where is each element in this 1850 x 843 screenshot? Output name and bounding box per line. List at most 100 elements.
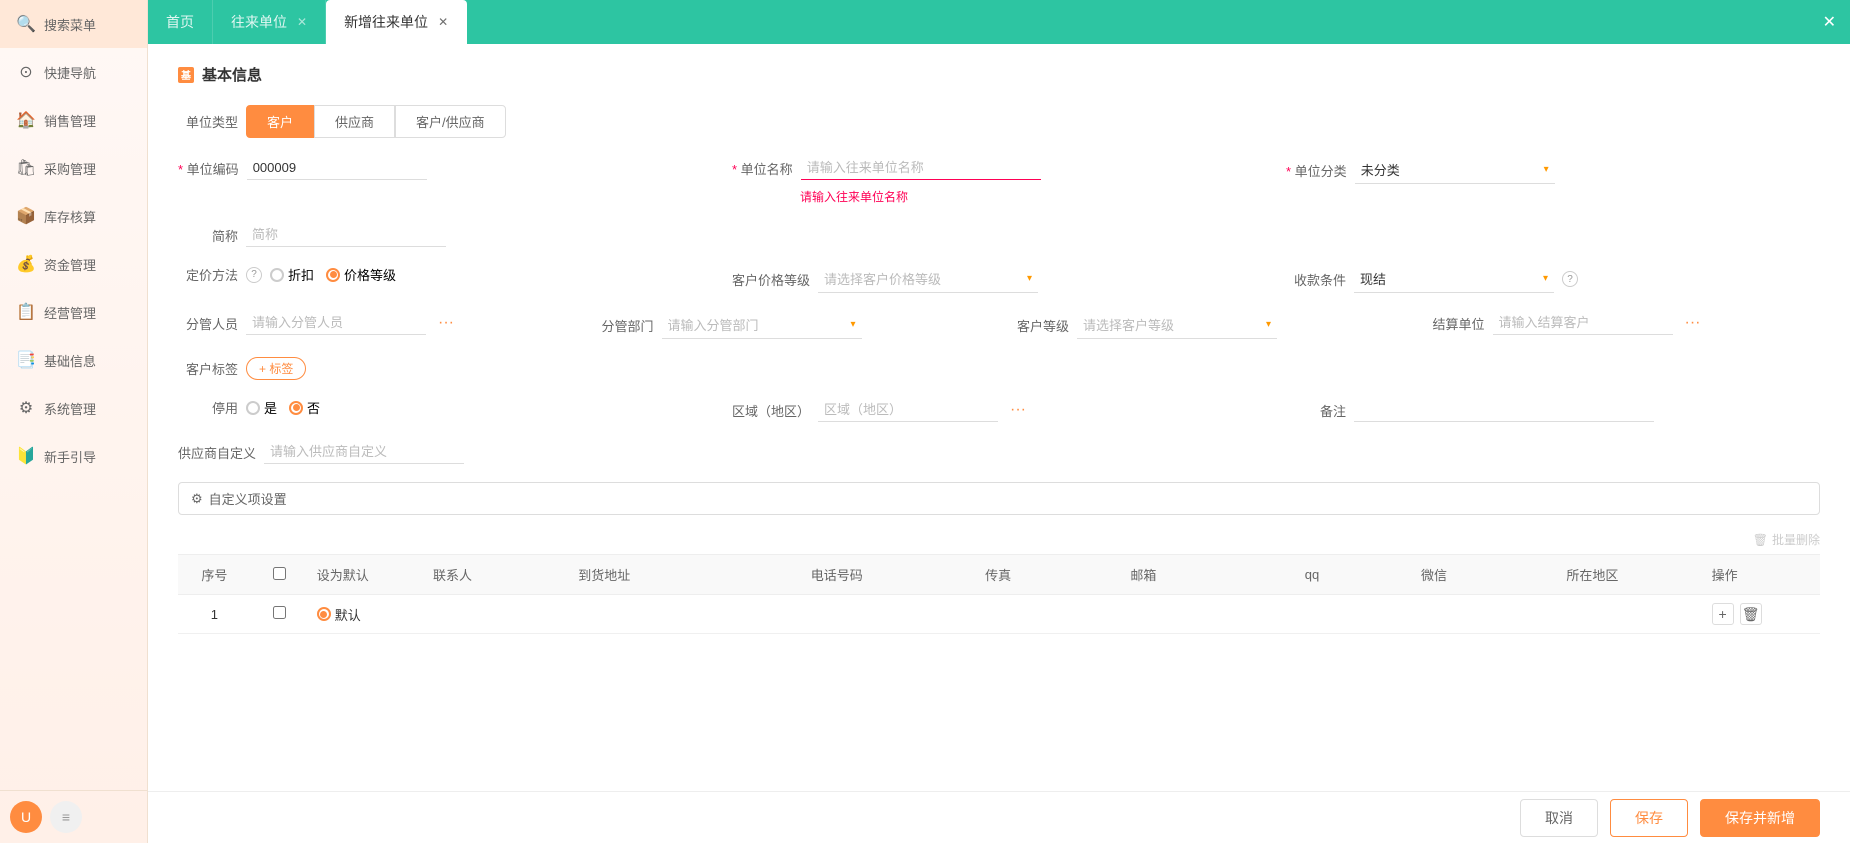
custom-settings-button[interactable]: ⚙ 自定义项设置 [178,482,1820,515]
unit-code-input[interactable] [247,156,427,180]
chevron-down-icon: ▾ [1027,273,1032,284]
unit-category-select[interactable]: 未分类 ▾ [1355,156,1555,184]
row-default-radio[interactable]: 默认 [317,605,417,624]
search-icon: 🔍 [16,14,36,34]
col-action: 操作 [1704,555,1820,595]
sidebar-item-finance[interactable]: 💰 资金管理 [0,240,147,288]
row-region-input[interactable] [1566,607,1695,622]
unit-name-input[interactable] [801,156,1041,180]
payment-help-icon[interactable]: ? [1562,271,1578,287]
unit-name-label: 单位名称 [732,159,793,178]
sidebar-item-system[interactable]: ⚙ 系统管理 [0,384,147,432]
form-item-settlement: 结算单位 ··· [1425,311,1821,335]
table-toolbar: 🗑 批量删除 [178,531,1820,548]
batch-delete-button[interactable]: 🗑 批量删除 [1753,531,1820,548]
remark-label: 备注 [1286,401,1346,420]
row-fax-input[interactable] [985,607,1114,622]
supplier-custom-input[interactable] [264,440,464,464]
row-checkbox[interactable] [273,606,286,619]
sidebar: 🔍 搜索菜单 ⊙ 快捷导航 🏠 销售管理 🛍 采购管理 📦 库存核算 💰 资金管… [0,0,148,843]
sidebar-item-guide[interactable]: 🔰 新手引导 [0,432,147,480]
table-header-row: 序号 设为默认 联系人 到货地址 电话号码 传真 邮箱 qq 微信 所在地区 操… [178,555,1820,595]
price-level-select[interactable]: 请选择客户价格等级 ▾ [818,265,1038,293]
payment-terms-select[interactable]: 现结 ▾ [1354,265,1554,293]
form-row-unit-type: 单位类型 客户 供应商 客户/供应商 [178,105,1820,138]
select-all-checkbox[interactable] [273,567,286,580]
row-qq-cell [1297,595,1413,634]
tab-home-label: 首页 [166,12,194,32]
expand-btn[interactable]: ≡ [50,801,82,833]
save-add-button[interactable]: 保存并新增 [1700,799,1820,837]
region-input[interactable] [818,398,998,422]
settlement-input[interactable] [1493,311,1673,335]
row-wechat-input[interactable] [1421,607,1550,622]
chevron-down-icon: ▾ [850,319,855,330]
form-item-price-level: 客户价格等级 请选择客户价格等级 ▾ [732,265,1266,293]
table-row: 1 默认 [178,595,1820,634]
alias-input[interactable] [246,223,446,247]
row-add-button[interactable]: + [1712,603,1734,625]
type-btn-supplier[interactable]: 供应商 [314,105,395,138]
chevron-down-icon: ▾ [1266,319,1271,330]
sidebar-item-basic[interactable]: 📑 基础信息 [0,336,147,384]
region-more-icon[interactable]: ··· [1006,401,1030,419]
cancel-button[interactable]: 取消 [1520,799,1598,837]
unit-type-buttons: 客户 供应商 客户/供应商 [246,105,506,138]
row-email-input[interactable] [1130,607,1288,622]
type-btn-both[interactable]: 客户/供应商 [395,105,506,138]
tab-home[interactable]: 首页 [148,0,213,44]
col-wechat: 微信 [1413,555,1558,595]
sidebar-item-quicknav[interactable]: ⊙ 快捷导航 [0,48,147,96]
col-region: 所在地区 [1558,555,1703,595]
pricing-discount-radio[interactable]: 折扣 [270,265,314,284]
sidebar-item-search[interactable]: 🔍 搜索菜单 [0,0,147,48]
manager-more-icon[interactable]: ··· [434,314,458,332]
tab-new-unit[interactable]: 新增往来单位 ✕ [326,0,467,44]
save-button[interactable]: 保存 [1610,799,1688,837]
form-item-manager: 分管人员 ··· [178,311,574,335]
form-item-remark: 备注 [1286,398,1820,422]
unit-name-error: 请输入往来单位名称 [800,190,908,204]
sidebar-item-purchase[interactable]: 🛍 采购管理 [0,144,147,192]
disable-no-radio[interactable]: 否 [289,398,320,417]
tab-new-unit-label: 新增往来单位 [344,12,428,32]
guide-icon: 🔰 [16,446,36,466]
payment-terms-label: 收款条件 [1286,270,1346,289]
row-fax-cell [977,595,1122,634]
row-phone-input[interactable] [811,607,969,622]
row-phone-cell [803,595,977,634]
settlement-more-icon[interactable]: ··· [1681,314,1705,332]
pricing-radio-group: 折扣 价格等级 [270,265,396,284]
form-item-tag: 客户标签 + 标签 [178,357,1820,380]
type-btn-customer[interactable]: 客户 [246,105,314,138]
row-address-input[interactable] [578,607,794,622]
customer-level-select[interactable]: 请选择客户等级 ▾ [1077,311,1277,339]
col-phone: 电话号码 [803,555,977,595]
sidebar-item-business[interactable]: 📋 经营管理 [0,288,147,336]
row-qq-input[interactable] [1305,607,1405,622]
tag-add-button[interactable]: + 标签 [246,357,306,380]
unit-code-label: 单位编码 [178,159,239,178]
user-avatar[interactable]: U [10,801,42,833]
row-delete-button[interactable]: 🗑 [1740,603,1762,625]
form-item-unit-category: 单位分类 未分类 ▾ [1286,156,1820,184]
manager-input[interactable] [246,311,426,335]
content-area: 基 基本信息 单位类型 客户 供应商 客户/供应商 单位编码 单位名称 [148,44,1850,791]
sidebar-item-label: 资金管理 [44,255,96,274]
dept-placeholder: 请输入分管部门 [668,315,759,334]
close-all-button[interactable]: ✕ [1809,0,1850,44]
row-contact-input[interactable] [433,607,562,622]
dept-select[interactable]: 请输入分管部门 ▾ [662,311,862,339]
pricing-level-radio[interactable]: 价格等级 [326,265,396,284]
sidebar-item-sales[interactable]: 🏠 销售管理 [0,96,147,144]
col-num: 序号 [178,555,251,595]
tab-unit-list[interactable]: 往来单位 ✕ [213,0,326,44]
pricing-help-icon[interactable]: ? [246,267,262,283]
tab-unit-list-close[interactable]: ✕ [297,15,307,29]
disable-yes-radio[interactable]: 是 [246,398,277,417]
sidebar-item-inventory[interactable]: 📦 库存核算 [0,192,147,240]
tag-label: 客户标签 [178,359,238,378]
remark-input[interactable] [1354,398,1654,422]
tab-new-unit-close[interactable]: ✕ [438,15,448,29]
col-fax: 传真 [977,555,1122,595]
